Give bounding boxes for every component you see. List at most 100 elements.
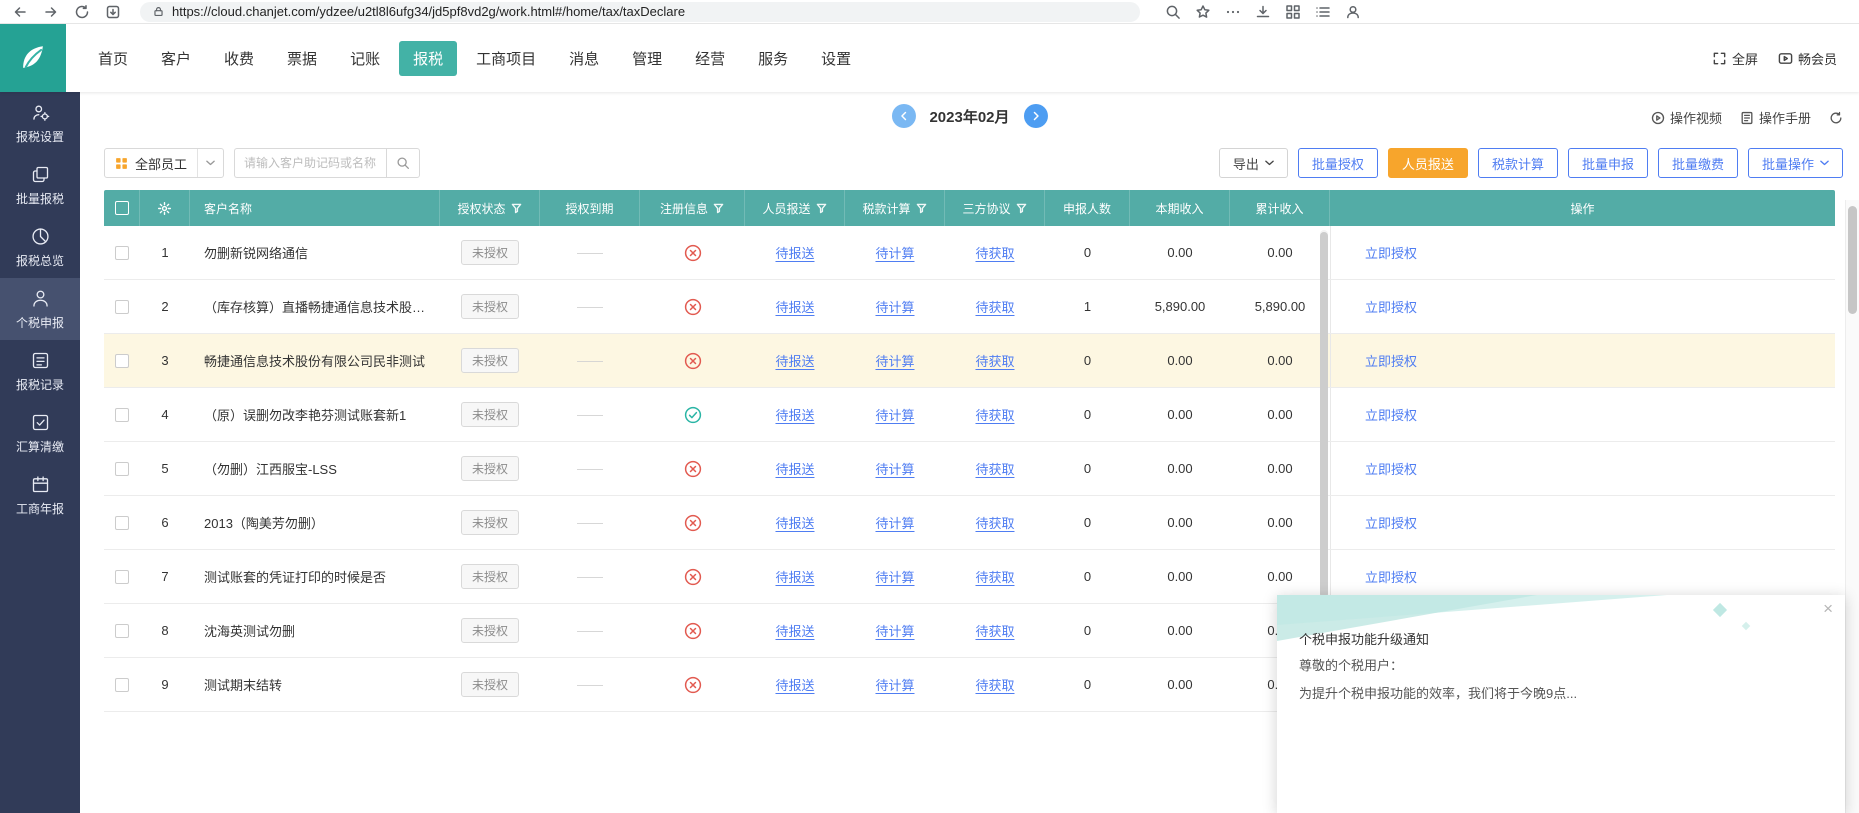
topnav-item-bookkeeping[interactable]: 记账: [336, 41, 394, 76]
tripartite-agreement-link[interactable]: 待获取: [975, 351, 1014, 370]
filter-icon[interactable]: [816, 203, 827, 214]
sidebar-item-batch-tax[interactable]: 批量报税: [0, 154, 80, 216]
tax-calc-link[interactable]: 待计算: [875, 405, 914, 424]
personnel-report-link[interactable]: 待报送: [775, 513, 814, 532]
tax-calculate-button[interactable]: 税款计算: [1477, 148, 1558, 178]
apps-grid-icon[interactable]: [1285, 4, 1301, 20]
tripartite-agreement-link[interactable]: 待获取: [975, 513, 1014, 532]
tax-calc-link[interactable]: 待计算: [875, 513, 914, 532]
personnel-report-link[interactable]: 待报送: [775, 675, 814, 694]
bookmark-star-icon[interactable]: [1195, 4, 1211, 20]
personnel-report-link[interactable]: 待报送: [775, 243, 814, 262]
page-scrollbar[interactable]: [1845, 200, 1859, 813]
personnel-report-link[interactable]: 待报送: [775, 297, 814, 316]
row-checkbox[interactable]: [115, 623, 129, 638]
personnel-report-link[interactable]: 待报送: [775, 621, 814, 640]
close-icon[interactable]: ×: [1823, 599, 1833, 619]
select-all-checkbox[interactable]: [114, 201, 129, 215]
sidebar-item-annual-report[interactable]: 工商年报: [0, 464, 80, 526]
prev-month-button[interactable]: [891, 104, 916, 128]
batch-authorize-button[interactable]: 批量授权: [1297, 148, 1378, 178]
authorize-now-link[interactable]: 立即授权: [1365, 567, 1417, 586]
personnel-report-link[interactable]: 待报送: [775, 405, 814, 424]
batch-declare-button[interactable]: 批量申报: [1567, 148, 1648, 178]
tax-calc-link[interactable]: 待计算: [875, 459, 914, 478]
tripartite-agreement-link[interactable]: 待获取: [975, 405, 1014, 424]
row-checkbox[interactable]: [115, 353, 129, 368]
sidebar-item-personal-tax[interactable]: 个税申报: [0, 278, 80, 340]
topnav-item-home[interactable]: 首页: [84, 41, 142, 76]
filter-icon[interactable]: [511, 203, 522, 214]
fullscreen-button[interactable]: 全屏: [1712, 49, 1758, 68]
row-checkbox[interactable]: [115, 515, 129, 530]
personnel-report-link[interactable]: 待报送: [775, 567, 814, 586]
tripartite-agreement-link[interactable]: 待获取: [975, 459, 1014, 478]
topnav-item-management[interactable]: 管理: [618, 41, 676, 76]
more-menu-icon[interactable]: [1225, 4, 1241, 20]
topnav-item-customers[interactable]: 客户: [147, 41, 205, 76]
reload-icon[interactable]: [74, 4, 90, 20]
authorize-now-link[interactable]: 立即授权: [1365, 459, 1417, 478]
forward-icon[interactable]: [43, 4, 59, 20]
profile-icon[interactable]: [1345, 4, 1361, 20]
employee-filter-dropdown[interactable]: 全部员工: [104, 148, 225, 178]
authorize-now-link[interactable]: 立即授权: [1365, 351, 1417, 370]
row-checkbox[interactable]: [115, 299, 129, 314]
topnav-item-settings[interactable]: 设置: [807, 41, 865, 76]
authorize-now-link[interactable]: 立即授权: [1365, 405, 1417, 424]
tripartite-agreement-link[interactable]: 待获取: [975, 297, 1014, 316]
next-month-button[interactable]: [1023, 104, 1048, 128]
authorize-now-link[interactable]: 立即授权: [1365, 243, 1417, 262]
batch-pay-button[interactable]: 批量缴费: [1657, 148, 1738, 178]
authorize-now-link[interactable]: 立即授权: [1365, 513, 1417, 532]
reading-list-icon[interactable]: [1315, 4, 1331, 20]
row-checkbox[interactable]: [115, 245, 129, 260]
topnav-item-invoices[interactable]: 票据: [273, 41, 331, 76]
member-button[interactable]: 畅会员: [1778, 49, 1837, 68]
video-help-link[interactable]: 操作视频: [1651, 108, 1722, 127]
tax-calc-link[interactable]: 待计算: [875, 567, 914, 586]
zoom-icon[interactable]: [1165, 4, 1181, 20]
search-input[interactable]: [234, 148, 387, 178]
tax-calc-link[interactable]: 待计算: [875, 351, 914, 370]
filter-icon[interactable]: [916, 203, 927, 214]
topnav-item-fees[interactable]: 收费: [210, 41, 268, 76]
url-bar[interactable]: https://cloud.chanjet.com/ydzee/u2tl8l6u…: [140, 1, 1140, 22]
search-button[interactable]: [386, 148, 421, 178]
batch-operations-button[interactable]: 批量操作: [1747, 148, 1843, 178]
authorize-now-link[interactable]: 立即授权: [1365, 297, 1417, 316]
tripartite-agreement-link[interactable]: 待获取: [975, 567, 1014, 586]
tripartite-agreement-link[interactable]: 待获取: [975, 621, 1014, 640]
page-scrollbar-thumb[interactable]: [1848, 206, 1857, 314]
topnav-item-messages[interactable]: 消息: [555, 41, 613, 76]
personnel-submit-button[interactable]: 人员报送: [1387, 148, 1468, 178]
personnel-report-link[interactable]: 待报送: [775, 459, 814, 478]
row-checkbox[interactable]: [115, 461, 129, 476]
topnav-item-tax-filing[interactable]: 报税: [399, 40, 458, 76]
refresh-icon[interactable]: [1829, 111, 1843, 125]
sidebar-item-tax-records[interactable]: 报税记录: [0, 340, 80, 402]
tripartite-agreement-link[interactable]: 待获取: [975, 675, 1014, 694]
sidebar-item-tax-overview[interactable]: 报税总览: [0, 216, 80, 278]
download-icon[interactable]: [1255, 4, 1271, 20]
filter-icon[interactable]: [713, 203, 724, 214]
manual-help-link[interactable]: 操作手册: [1740, 108, 1811, 127]
save-page-icon[interactable]: [105, 4, 121, 20]
sidebar-item-final-settlement[interactable]: 汇算清缴: [0, 402, 80, 464]
export-button[interactable]: 导出: [1218, 148, 1288, 178]
tax-calc-link[interactable]: 待计算: [875, 675, 914, 694]
topnav-item-business-projects[interactable]: 工商项目: [462, 41, 550, 76]
personnel-report-link[interactable]: 待报送: [775, 351, 814, 370]
table-scrollbar-thumb[interactable]: [1320, 232, 1328, 598]
tax-calc-link[interactable]: 待计算: [875, 243, 914, 262]
sidebar-item-tax-settings[interactable]: 报税设置: [0, 92, 80, 154]
tax-calc-link[interactable]: 待计算: [875, 621, 914, 640]
filter-icon[interactable]: [1016, 203, 1027, 214]
back-icon[interactable]: [12, 4, 28, 20]
tripartite-agreement-link[interactable]: 待获取: [975, 243, 1014, 262]
row-checkbox[interactable]: [115, 677, 129, 692]
tax-calc-link[interactable]: 待计算: [875, 297, 914, 316]
topnav-item-operations[interactable]: 经营: [681, 41, 739, 76]
row-checkbox[interactable]: [115, 569, 129, 584]
gear-icon[interactable]: [157, 201, 172, 216]
